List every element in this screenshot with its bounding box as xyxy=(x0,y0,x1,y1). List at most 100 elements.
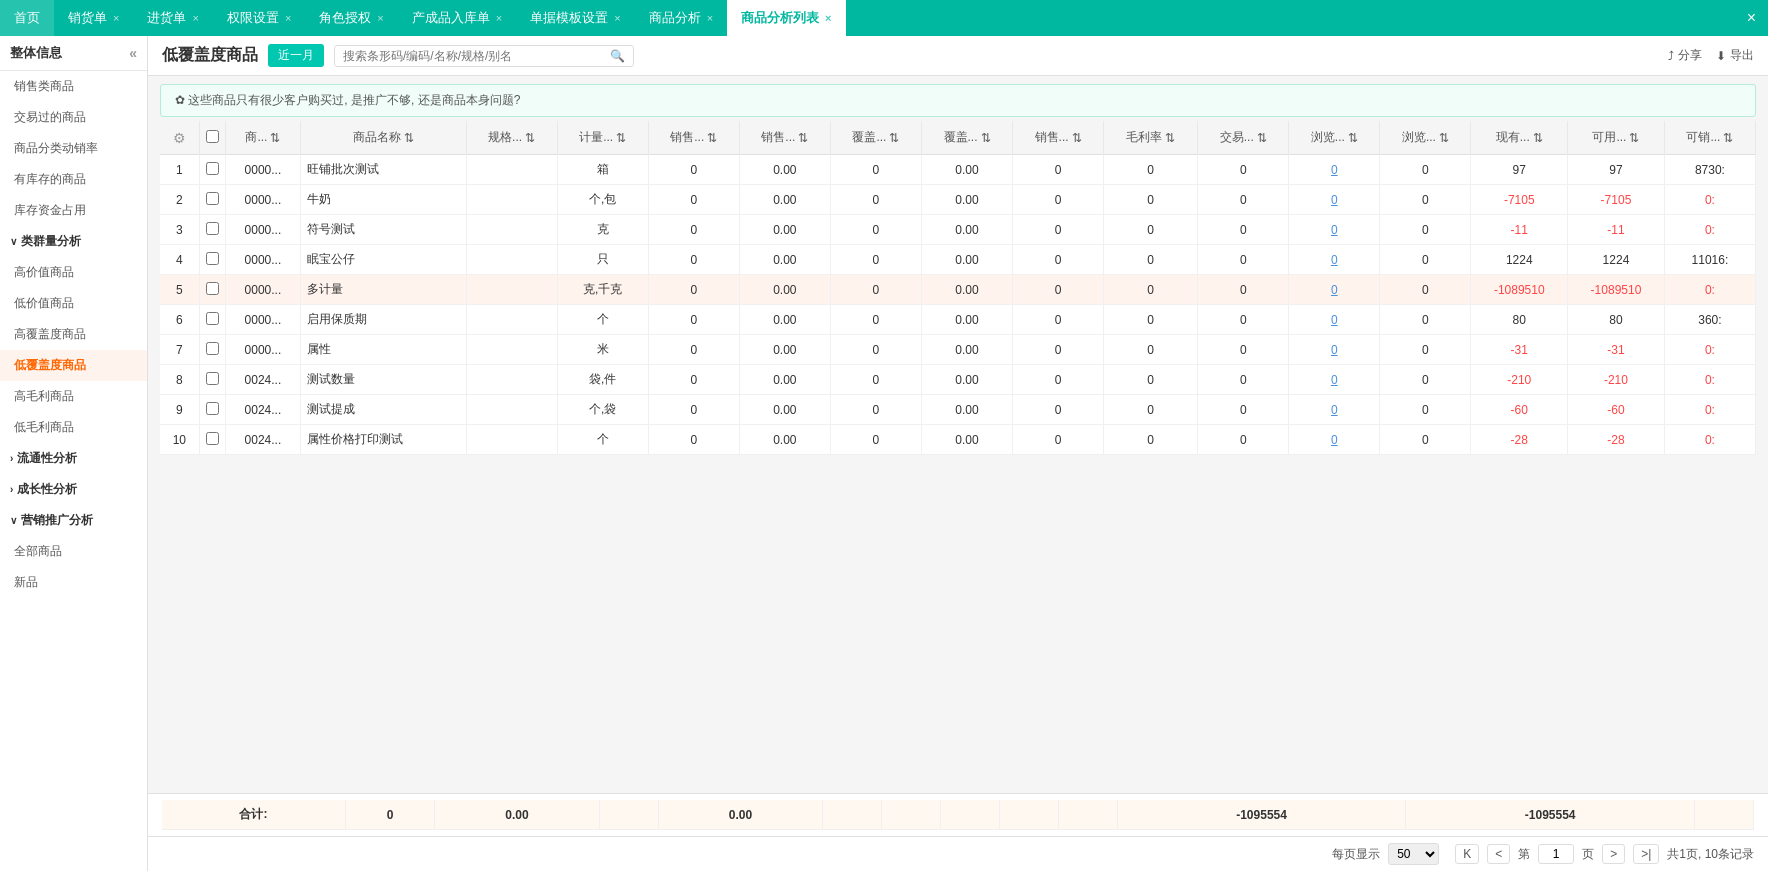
col-avail-stock-header[interactable]: 可用...⇅ xyxy=(1568,121,1665,155)
close-icon[interactable]: × xyxy=(192,12,198,24)
row-checkbox[interactable] xyxy=(199,275,225,305)
col-cov1-header[interactable]: 覆盖...⇅ xyxy=(830,121,921,155)
close-icon[interactable]: × xyxy=(285,12,291,24)
sidebar-item-high-value[interactable]: 高价值商品 xyxy=(0,257,147,288)
row-checkbox[interactable] xyxy=(199,305,225,335)
col-unit-header[interactable]: 计量...⇅ xyxy=(557,121,648,155)
row-checkbox[interactable] xyxy=(199,335,225,365)
nav-tab-template[interactable]: 单据模板设置 × xyxy=(516,0,634,36)
export-button[interactable]: ⬇ 导出 xyxy=(1716,47,1754,64)
row-checkbox[interactable] xyxy=(199,155,225,185)
row-name[interactable]: 属性价格打印测试 xyxy=(301,425,466,455)
select-all-checkbox[interactable] xyxy=(206,130,219,143)
col-settings[interactable]: ⚙ xyxy=(160,121,199,155)
sidebar-item-high-coverage[interactable]: 高覆盖度商品 xyxy=(0,319,147,350)
row-browse1[interactable]: 0 xyxy=(1289,275,1380,305)
page-number-input[interactable] xyxy=(1538,844,1574,864)
close-icon[interactable]: × xyxy=(496,12,502,24)
nav-tab-permission[interactable]: 权限设置 × xyxy=(213,0,305,36)
nav-tab-analysis-list[interactable]: 商品分析列表 × xyxy=(727,0,845,36)
col-code-header[interactable]: 商...⇅ xyxy=(225,121,300,155)
row-name[interactable]: 旺铺批次测试 xyxy=(301,155,466,185)
col-curr-stock-header[interactable]: 现有...⇅ xyxy=(1471,121,1568,155)
search-input[interactable] xyxy=(343,49,610,63)
row-unit: 箱 xyxy=(557,155,648,185)
sidebar-section-marketing[interactable]: ∨ 营销推广分析 xyxy=(0,505,147,536)
col-sellable-header[interactable]: 可销...⇅ xyxy=(1664,121,1755,155)
row-checkbox[interactable] xyxy=(199,395,225,425)
row-checkbox[interactable] xyxy=(199,365,225,395)
col-cov2-header[interactable]: 覆盖...⇅ xyxy=(921,121,1012,155)
nav-tab-purchase[interactable]: 进货单 × xyxy=(133,0,212,36)
filter-period-button[interactable]: 近一月 xyxy=(268,44,324,67)
row-checkbox[interactable] xyxy=(199,245,225,275)
sidebar-item-in-stock[interactable]: 有库存的商品 xyxy=(0,164,147,195)
col-trade-header[interactable]: 交易...⇅ xyxy=(1198,121,1289,155)
col-name-header[interactable]: 商品名称⇅ xyxy=(301,121,466,155)
row-browse1[interactable]: 0 xyxy=(1289,185,1380,215)
row-browse1[interactable]: 0 xyxy=(1289,365,1380,395)
nav-tab-role[interactable]: 角色授权 × xyxy=(305,0,397,36)
row-browse1[interactable]: 0 xyxy=(1289,425,1380,455)
sidebar-item-capital[interactable]: 库存资金占用 xyxy=(0,195,147,226)
col-gross-rate-header[interactable]: 毛利率⇅ xyxy=(1104,121,1198,155)
close-all-button[interactable]: × xyxy=(1747,9,1756,27)
row-name[interactable]: 属性 xyxy=(301,335,466,365)
next-page-button[interactable]: > xyxy=(1602,844,1625,864)
row-num: 3 xyxy=(160,215,199,245)
row-name[interactable]: 多计量 xyxy=(301,275,466,305)
row-browse1[interactable]: 0 xyxy=(1289,335,1380,365)
search-icon[interactable]: 🔍 xyxy=(610,49,625,63)
row-name[interactable]: 眠宝公仔 xyxy=(301,245,466,275)
sidebar-item-low-margin[interactable]: 低毛利商品 xyxy=(0,412,147,443)
close-icon[interactable]: × xyxy=(377,12,383,24)
close-icon[interactable]: × xyxy=(707,12,713,24)
sidebar-section-flow[interactable]: › 流通性分析 xyxy=(0,443,147,474)
sidebar-item-low-coverage[interactable]: 低覆盖度商品 xyxy=(0,350,147,381)
nav-tab-home[interactable]: 首页 xyxy=(0,0,54,36)
col-spec-header[interactable]: 规格...⇅ xyxy=(466,121,557,155)
row-name[interactable]: 启用保质期 xyxy=(301,305,466,335)
row-name[interactable]: 测试数量 xyxy=(301,365,466,395)
first-page-button[interactable]: K xyxy=(1455,844,1479,864)
share-button[interactable]: ⤴ 分享 xyxy=(1668,47,1702,64)
sidebar-item-new-goods[interactable]: 新品 xyxy=(0,567,147,598)
nav-tab-finished[interactable]: 产成品入库单 × xyxy=(398,0,516,36)
close-icon[interactable]: × xyxy=(113,12,119,24)
sidebar-item-traded-goods[interactable]: 交易过的商品 xyxy=(0,102,147,133)
sidebar-item-category-rate[interactable]: 商品分类动销率 xyxy=(0,133,147,164)
row-checkbox[interactable] xyxy=(199,215,225,245)
col-sales-days-header[interactable]: 销售...⇅ xyxy=(1013,121,1104,155)
nav-tab-sales[interactable]: 销货单 × xyxy=(54,0,133,36)
row-name[interactable]: 牛奶 xyxy=(301,185,466,215)
sidebar-item-all-goods[interactable]: 全部商品 xyxy=(0,536,147,567)
sidebar-collapse-button[interactable]: « xyxy=(129,45,137,61)
row-browse1[interactable]: 0 xyxy=(1289,215,1380,245)
page-size-select[interactable]: 50 20 100 200 xyxy=(1388,843,1439,865)
close-icon[interactable]: × xyxy=(825,12,831,24)
sidebar-item-sales-goods[interactable]: 销售类商品 xyxy=(0,71,147,102)
row-browse1[interactable]: 0 xyxy=(1289,245,1380,275)
sidebar-item-low-value[interactable]: 低价值商品 xyxy=(0,288,147,319)
col-sales-amt-header[interactable]: 销售...⇅ xyxy=(739,121,830,155)
sidebar-item-high-margin[interactable]: 高毛利商品 xyxy=(0,381,147,412)
col-browse1-header[interactable]: 浏览...⇅ xyxy=(1289,121,1380,155)
col-sales-qty-header[interactable]: 销售...⇅ xyxy=(648,121,739,155)
prev-page-button[interactable]: < xyxy=(1487,844,1510,864)
row-browse1[interactable]: 0 xyxy=(1289,395,1380,425)
nav-tab-analysis[interactable]: 商品分析 × xyxy=(635,0,727,36)
row-checkbox[interactable] xyxy=(199,185,225,215)
last-page-button[interactable]: >| xyxy=(1633,844,1659,864)
sidebar-section-cluster[interactable]: ∨ 类群量分析 xyxy=(0,226,147,257)
search-box: 🔍 xyxy=(334,45,634,67)
row-name[interactable]: 测试提成 xyxy=(301,395,466,425)
row-browse1[interactable]: 0 xyxy=(1289,305,1380,335)
row-name[interactable]: 符号测试 xyxy=(301,215,466,245)
close-icon[interactable]: × xyxy=(614,12,620,24)
settings-icon[interactable]: ⚙ xyxy=(173,130,186,146)
row-checkbox[interactable] xyxy=(199,425,225,455)
sidebar-section-growth[interactable]: › 成长性分析 xyxy=(0,474,147,505)
row-browse1[interactable]: 0 xyxy=(1289,155,1380,185)
info-text: ✿ 这些商品只有很少客户购买过, 是推广不够, 还是商品本身问题? xyxy=(175,92,520,109)
col-browse2-header[interactable]: 浏览...⇅ xyxy=(1380,121,1471,155)
